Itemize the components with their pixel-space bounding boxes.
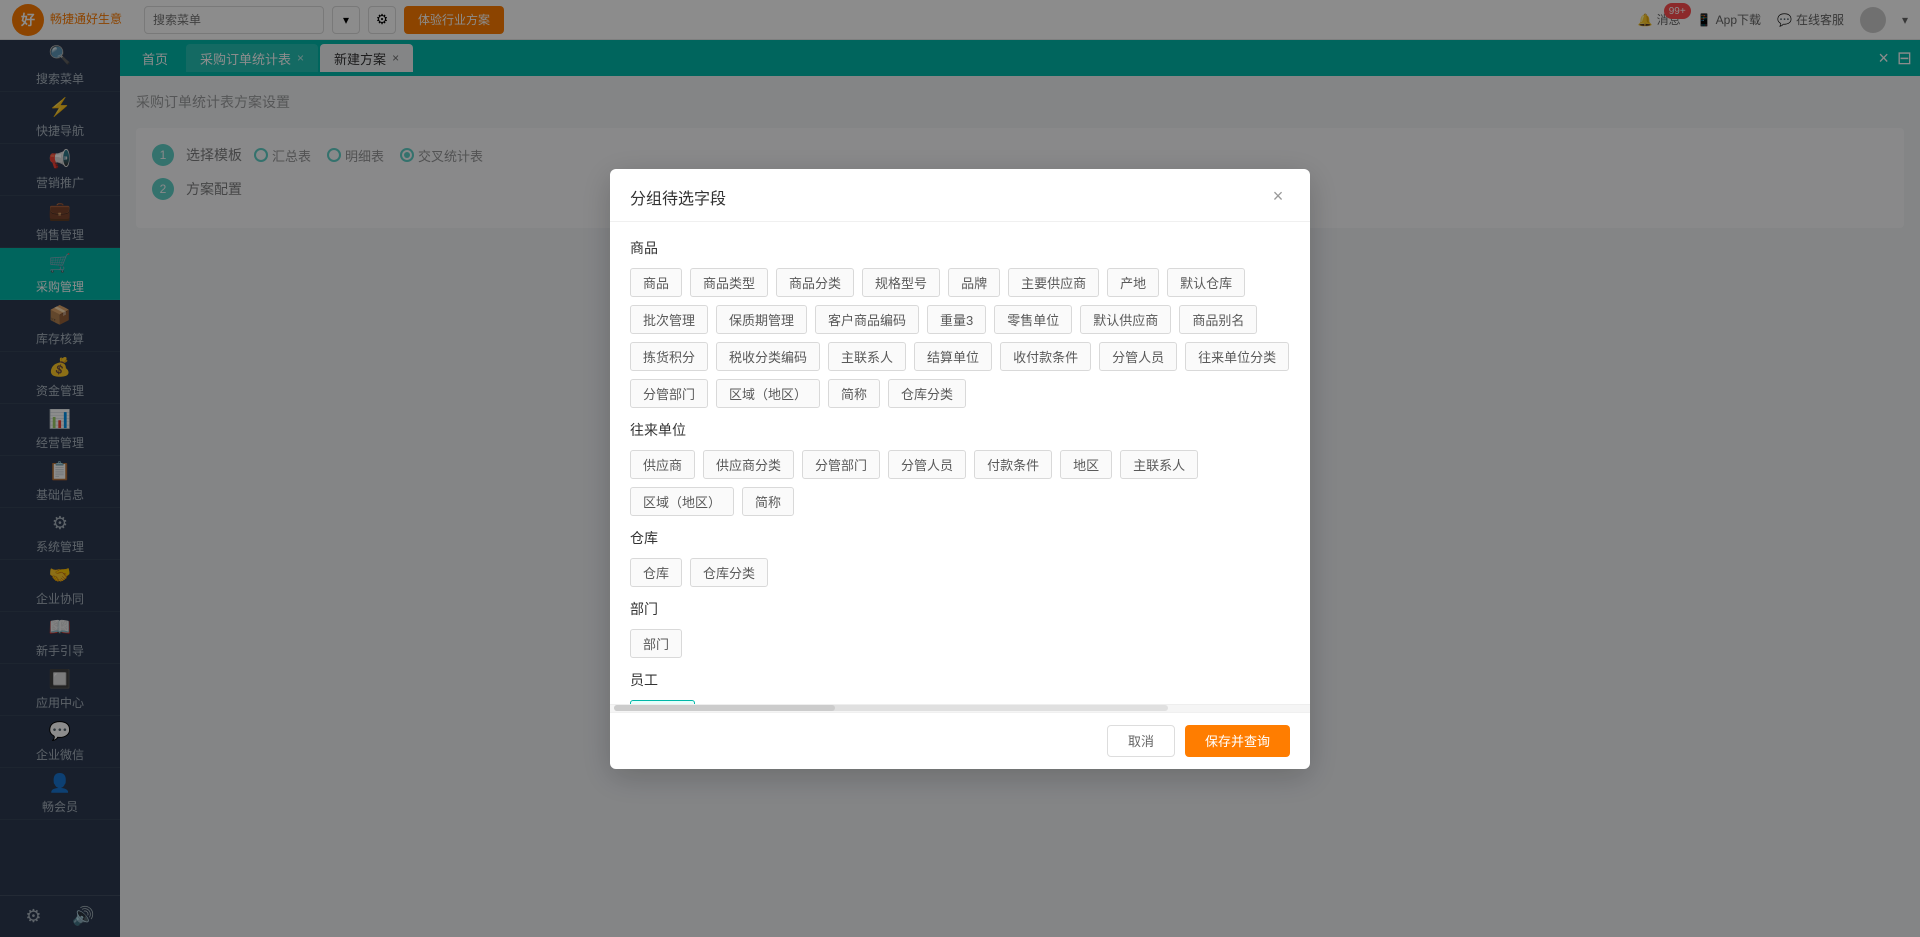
tag-default-warehouse[interactable]: 默认仓库 <box>1167 268 1245 297</box>
confirm-button[interactable]: 保存并查询 <box>1185 725 1290 757</box>
section-title-employee: 员工 <box>630 670 1290 690</box>
section-title-dept: 部门 <box>630 599 1290 619</box>
modal-title: 分组待选字段 <box>630 185 726 209</box>
tag-manager-partner[interactable]: 分管人员 <box>888 450 966 479</box>
tag-brand[interactable]: 品牌 <box>948 268 1000 297</box>
tag-shelf-life[interactable]: 保质期管理 <box>716 305 807 334</box>
tag-warehouse-category[interactable]: 仓库分类 <box>888 379 966 408</box>
tag-contact-partner[interactable]: 主联系人 <box>1120 450 1198 479</box>
tag-warehouse[interactable]: 仓库 <box>630 558 682 587</box>
tag-retail-unit[interactable]: 零售单位 <box>994 305 1072 334</box>
tag-settlement-unit[interactable]: 结算单位 <box>914 342 992 371</box>
modal-close-button[interactable]: × <box>1266 185 1290 209</box>
tag-customer-code[interactable]: 客户商品编码 <box>815 305 919 334</box>
tag-region2-partner[interactable]: 区域（地区） <box>630 487 734 516</box>
tag-pick-points[interactable]: 拣货积分 <box>630 342 708 371</box>
tag-grid-warehouse: 仓库 仓库分类 <box>630 558 1290 587</box>
section-title-warehouse: 仓库 <box>630 528 1290 548</box>
tag-grid-dept: 部门 <box>630 629 1290 658</box>
modal-footer: 取消 保存并查询 <box>610 712 1310 769</box>
section-title-product: 商品 <box>630 238 1290 258</box>
tag-product-alias[interactable]: 商品别名 <box>1179 305 1257 334</box>
tag-region-partner[interactable]: 地区 <box>1060 450 1112 479</box>
tag-abbr-partner[interactable]: 简称 <box>742 487 794 516</box>
tag-grid-product: 商品 商品类型 商品分类 规格型号 品牌 主要供应商 产地 默认仓库 批次管理 … <box>630 268 1290 408</box>
section-title-partner: 往来单位 <box>630 420 1290 440</box>
tag-grid-partner: 供应商 供应商分类 分管部门 分管人员 付款条件 地区 主联系人 区域（地区） … <box>630 450 1290 516</box>
tag-product-type[interactable]: 商品类型 <box>690 268 768 297</box>
tag-supplier-category[interactable]: 供应商分类 <box>703 450 794 479</box>
tag-payment-cond[interactable]: 付款条件 <box>974 450 1052 479</box>
tag-tax-code[interactable]: 税收分类编码 <box>716 342 820 371</box>
tag-warehouse-cat[interactable]: 仓库分类 <box>690 558 768 587</box>
horizontal-scrollbar[interactable] <box>610 704 1310 712</box>
tag-supplier[interactable]: 供应商 <box>630 450 695 479</box>
tag-product-category[interactable]: 商品分类 <box>776 268 854 297</box>
tag-dept-partner[interactable]: 分管部门 <box>802 450 880 479</box>
tag-dept-mgmt[interactable]: 分管部门 <box>630 379 708 408</box>
tag-weight[interactable]: 重量3 <box>927 305 986 334</box>
tag-origin[interactable]: 产地 <box>1107 268 1159 297</box>
tag-abbr-product[interactable]: 简称 <box>828 379 880 408</box>
modal-overlay: 分组待选字段 × 商品 商品 商品类型 商品分类 规格型号 品牌 主要供应商 产… <box>0 0 1920 937</box>
tag-partner-category[interactable]: 往来单位分类 <box>1185 342 1289 371</box>
tag-payment-terms[interactable]: 收付款条件 <box>1000 342 1091 371</box>
tag-batch-mgmt[interactable]: 批次管理 <box>630 305 708 334</box>
modal-body: 商品 商品 商品类型 商品分类 规格型号 品牌 主要供应商 产地 默认仓库 批次… <box>610 222 1310 704</box>
modal-header: 分组待选字段 × <box>610 169 1310 222</box>
tag-product[interactable]: 商品 <box>630 268 682 297</box>
cancel-button[interactable]: 取消 <box>1107 725 1175 757</box>
modal-dialog: 分组待选字段 × 商品 商品 商品类型 商品分类 规格型号 品牌 主要供应商 产… <box>610 169 1310 769</box>
tag-manager[interactable]: 分管人员 <box>1099 342 1177 371</box>
tag-dept[interactable]: 部门 <box>630 629 682 658</box>
tag-contact[interactable]: 主联系人 <box>828 342 906 371</box>
tag-region-product[interactable]: 区域（地区） <box>716 379 820 408</box>
tag-spec-model[interactable]: 规格型号 <box>862 268 940 297</box>
tag-main-supplier[interactable]: 主要供应商 <box>1008 268 1099 297</box>
tag-default-supplier[interactable]: 默认供应商 <box>1080 305 1171 334</box>
